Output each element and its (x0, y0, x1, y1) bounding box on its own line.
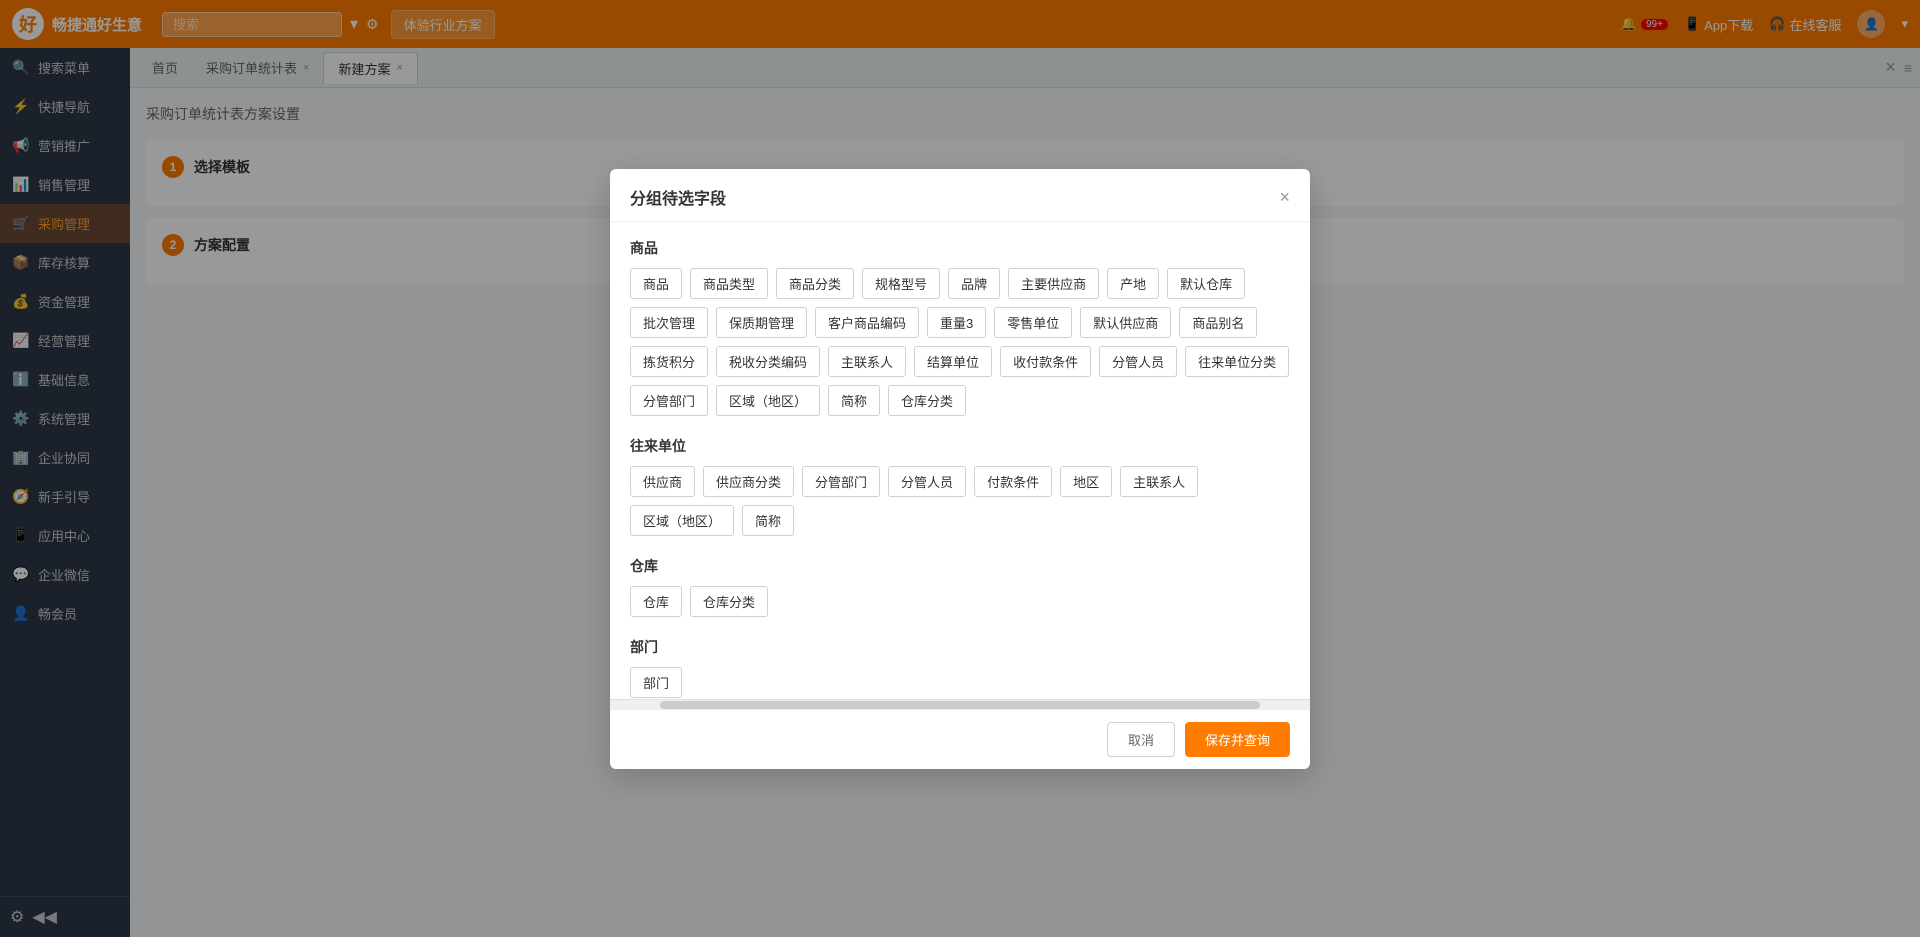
field-tag[interactable]: 商品别名 (1179, 307, 1257, 338)
cancel-button[interactable]: 取消 (1107, 722, 1175, 757)
modal-close-button[interactable]: × (1279, 188, 1290, 206)
field-tag[interactable]: 税收分类编码 (716, 346, 820, 377)
field-tag[interactable]: 区域（地区） (630, 505, 734, 536)
field-tag[interactable]: 分管人员 (1099, 346, 1177, 377)
field-tag[interactable]: 付款条件 (974, 466, 1052, 497)
modal-header: 分组待选字段 × (610, 169, 1310, 222)
field-tag[interactable]: 简称 (828, 385, 880, 416)
field-tag[interactable]: 商品分类 (776, 268, 854, 299)
field-tag[interactable]: 部门 (630, 667, 682, 698)
field-tag[interactable]: 地区 (1060, 466, 1112, 497)
field-tag[interactable]: 零售单位 (994, 307, 1072, 338)
modal-body: 商品 商品 商品类型 商品分类 规格型号 品牌 主要供应商 产地 默认仓库 批次… (610, 222, 1310, 699)
field-tag[interactable]: 批次管理 (630, 307, 708, 338)
modal-overlay: 分组待选字段 × 商品 商品 商品类型 商品分类 规格型号 品牌 主要供应商 产… (0, 0, 1920, 937)
field-tag[interactable]: 收付款条件 (1000, 346, 1091, 377)
field-tag[interactable]: 默认供应商 (1080, 307, 1171, 338)
field-tag[interactable]: 仓库 (630, 586, 682, 617)
field-group-warehouse-title: 仓库 (630, 556, 1290, 576)
field-group-partner: 往来单位 供应商 供应商分类 分管部门 分管人员 付款条件 地区 主联系人 区域… (630, 436, 1290, 536)
field-tag[interactable]: 往来单位分类 (1185, 346, 1289, 377)
field-group-partner-title: 往来单位 (630, 436, 1290, 456)
field-select-modal: 分组待选字段 × 商品 商品 商品类型 商品分类 规格型号 品牌 主要供应商 产… (610, 169, 1310, 769)
field-group-product: 商品 商品 商品类型 商品分类 规格型号 品牌 主要供应商 产地 默认仓库 批次… (630, 238, 1290, 416)
field-tag[interactable]: 规格型号 (862, 268, 940, 299)
field-tag[interactable]: 供应商分类 (703, 466, 794, 497)
field-tag[interactable]: 拣货积分 (630, 346, 708, 377)
hscroll-thumb (660, 701, 1260, 709)
field-tag[interactable]: 客户商品编码 (815, 307, 919, 338)
field-tag[interactable]: 重量3 (927, 307, 986, 338)
field-group-department-title: 部门 (630, 637, 1290, 657)
modal-title: 分组待选字段 (630, 185, 726, 209)
field-tag[interactable]: 分管人员 (888, 466, 966, 497)
field-tags-partner: 供应商 供应商分类 分管部门 分管人员 付款条件 地区 主联系人 区域（地区） … (630, 466, 1290, 536)
field-tag[interactable]: 区域（地区） (716, 385, 820, 416)
field-group-warehouse: 仓库 仓库 仓库分类 (630, 556, 1290, 617)
field-tag[interactable]: 产地 (1107, 268, 1159, 299)
modal-footer: 取消 保存并查询 (610, 709, 1310, 769)
field-tag[interactable]: 商品 (630, 268, 682, 299)
confirm-button[interactable]: 保存并查询 (1185, 722, 1290, 757)
field-tag[interactable]: 保质期管理 (716, 307, 807, 338)
field-tag[interactable]: 主要供应商 (1008, 268, 1099, 299)
field-tag[interactable]: 仓库分类 (690, 586, 768, 617)
field-tag[interactable]: 结算单位 (914, 346, 992, 377)
field-tags-warehouse: 仓库 仓库分类 (630, 586, 1290, 617)
field-tag[interactable]: 供应商 (630, 466, 695, 497)
field-tags-product: 商品 商品类型 商品分类 规格型号 品牌 主要供应商 产地 默认仓库 批次管理 … (630, 268, 1290, 416)
field-tag[interactable]: 仓库分类 (888, 385, 966, 416)
field-tag[interactable]: 分管部门 (630, 385, 708, 416)
field-tag[interactable]: 品牌 (948, 268, 1000, 299)
modal-horizontal-scrollbar[interactable] (610, 699, 1310, 709)
field-tags-department: 部门 (630, 667, 1290, 698)
field-tag[interactable]: 分管部门 (802, 466, 880, 497)
field-tag[interactable]: 主联系人 (1120, 466, 1198, 497)
field-group-product-title: 商品 (630, 238, 1290, 258)
field-tag[interactable]: 简称 (742, 505, 794, 536)
field-group-department: 部门 部门 (630, 637, 1290, 698)
field-tag[interactable]: 默认仓库 (1167, 268, 1245, 299)
field-tag[interactable]: 主联系人 (828, 346, 906, 377)
field-tag[interactable]: 商品类型 (690, 268, 768, 299)
